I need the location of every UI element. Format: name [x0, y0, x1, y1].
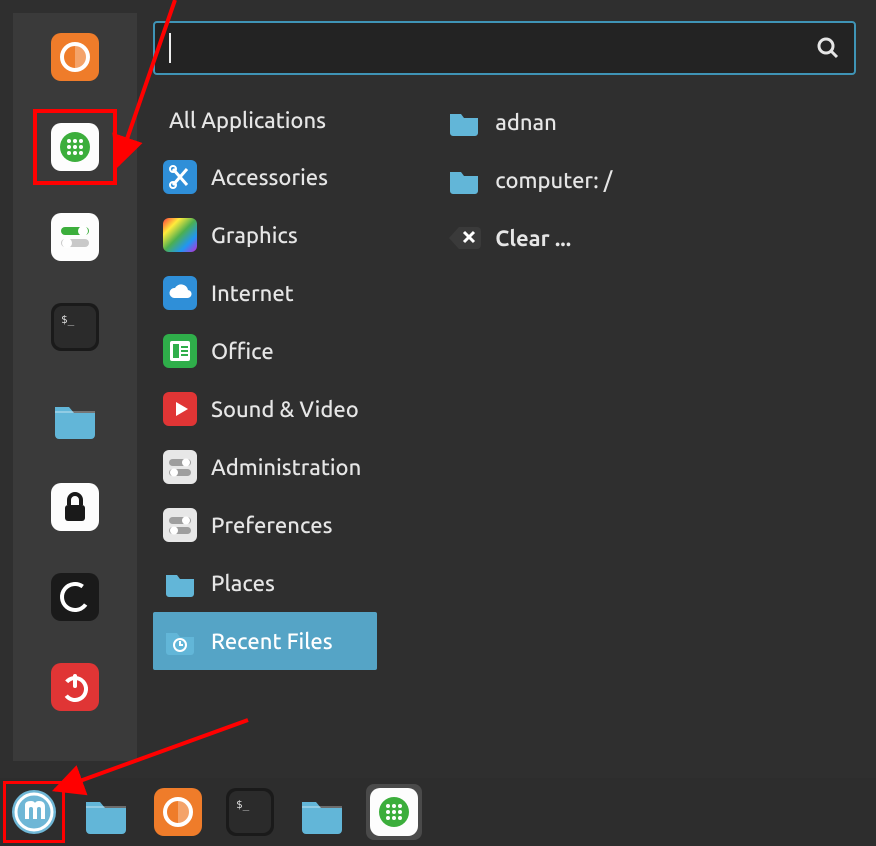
folder-icon	[163, 566, 197, 600]
category-label: Internet	[211, 281, 294, 306]
taskbar-apps-grid[interactable]	[366, 784, 422, 840]
category-recent-files[interactable]: Recent Files	[153, 612, 377, 670]
terminal-icon	[51, 303, 99, 351]
category-graphics[interactable]: Graphics	[153, 206, 377, 264]
folder-icon	[82, 788, 130, 836]
mint-logo-icon	[10, 788, 58, 836]
search-input[interactable]	[171, 37, 816, 60]
favorite-lock[interactable]	[51, 483, 99, 531]
folder-icon	[447, 105, 481, 139]
favorite-settings[interactable]	[51, 213, 99, 261]
category-label: Accessories	[211, 165, 328, 190]
item-label: adnan	[495, 110, 557, 135]
category-internet[interactable]: Internet	[153, 264, 377, 322]
settings-toggles-icon	[51, 213, 99, 261]
backspace-icon	[447, 221, 481, 255]
category-label: Sound & Video	[211, 397, 359, 422]
taskbar-files-window[interactable]	[294, 784, 350, 840]
taskbar	[0, 778, 876, 846]
favorite-firefox[interactable]	[51, 33, 99, 81]
category-label: Administration	[211, 455, 361, 480]
category-administration[interactable]: Administration	[153, 438, 377, 496]
play-icon	[163, 392, 197, 426]
category-office[interactable]: Office	[153, 322, 377, 380]
apps-grid-icon	[51, 123, 99, 171]
toggles-icon	[163, 450, 197, 484]
category-sound-video[interactable]: Sound & Video	[153, 380, 377, 438]
rainbow-icon	[163, 218, 197, 252]
recent-item-computer[interactable]: computer: /	[437, 151, 628, 209]
folder-icon	[51, 393, 99, 441]
folder-icon	[298, 788, 346, 836]
favorite-files[interactable]	[51, 393, 99, 441]
folder-icon	[447, 163, 481, 197]
favorite-logout[interactable]	[51, 573, 99, 621]
category-accessories[interactable]: Accessories	[153, 148, 377, 206]
terminal-icon	[226, 788, 274, 836]
item-label: Clear ...	[495, 226, 571, 251]
search-field[interactable]	[153, 21, 856, 75]
recent-icon	[163, 624, 197, 658]
category-label: Preferences	[211, 513, 333, 538]
categories-column: All Applications Accessories Graphics In…	[153, 93, 377, 670]
firefox-icon	[154, 788, 202, 836]
category-label: Recent Files	[211, 629, 333, 654]
search-icon	[816, 36, 840, 60]
category-label: Office	[211, 339, 274, 364]
scissors-icon	[163, 160, 197, 194]
recent-items-column: adnan computer: / Clear ...	[437, 93, 628, 670]
category-label: All Applications	[169, 108, 326, 133]
firefox-icon	[51, 33, 99, 81]
apps-grid-icon	[370, 788, 418, 836]
category-places[interactable]: Places	[153, 554, 377, 612]
item-label: computer: /	[495, 168, 612, 193]
clear-recent-button[interactable]: Clear ...	[437, 209, 628, 267]
office-icon	[163, 334, 197, 368]
taskbar-files[interactable]	[78, 784, 134, 840]
favorite-apps-grid[interactable]	[51, 123, 99, 171]
category-all-applications[interactable]: All Applications	[153, 93, 377, 148]
taskbar-mint-menu[interactable]	[6, 784, 62, 840]
recent-item-adnan[interactable]: adnan	[437, 93, 628, 151]
cloud-icon	[163, 276, 197, 310]
taskbar-firefox[interactable]	[150, 784, 206, 840]
application-menu: All Applications Accessories Graphics In…	[13, 13, 868, 761]
favorite-terminal[interactable]	[51, 303, 99, 351]
toggles-icon	[163, 508, 197, 542]
power-icon	[51, 663, 99, 711]
category-label: Graphics	[211, 223, 298, 248]
taskbar-terminal[interactable]	[222, 784, 278, 840]
logout-icon	[51, 573, 99, 621]
category-label: Places	[211, 571, 275, 596]
favorites-sidebar	[13, 13, 137, 761]
category-preferences[interactable]: Preferences	[153, 496, 377, 554]
favorite-power[interactable]	[51, 663, 99, 711]
lock-icon	[51, 483, 99, 531]
